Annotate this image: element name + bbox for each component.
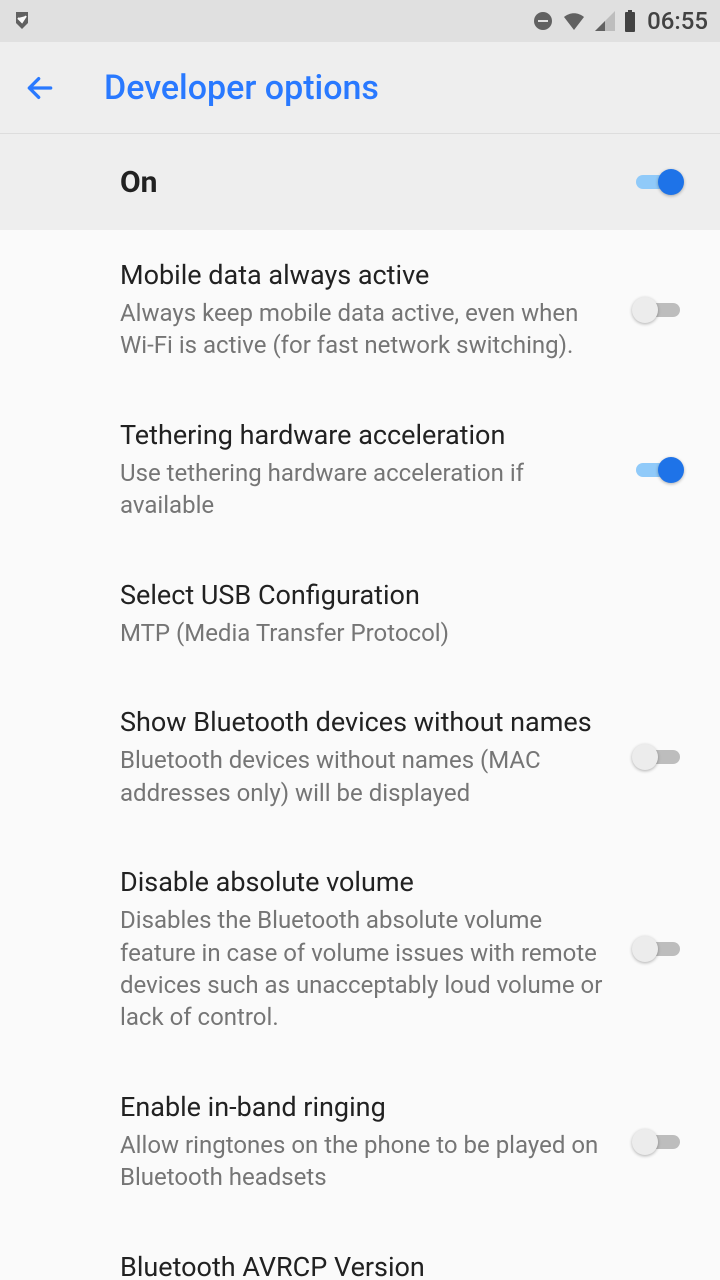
cell-signal-icon bbox=[593, 9, 617, 33]
setting-text: Enable in-band ringing Allow ringtones on… bbox=[120, 1090, 632, 1194]
setting-title: Mobile data always active bbox=[120, 258, 608, 293]
setting-row[interactable]: Enable in-band ringing Allow ringtones on… bbox=[0, 1062, 720, 1222]
setting-title: Bluetooth AVRCP Version bbox=[120, 1250, 660, 1280]
setting-switch[interactable] bbox=[632, 1126, 684, 1158]
battery-icon bbox=[623, 9, 637, 33]
master-toggle-switch[interactable] bbox=[632, 166, 684, 198]
setting-title: Select USB Configuration bbox=[120, 578, 660, 613]
setting-text: Mobile data always active Always keep mob… bbox=[120, 258, 632, 362]
setting-title: Enable in-band ringing bbox=[120, 1090, 608, 1125]
setting-subtitle: Allow ringtones on the phone to be playe… bbox=[120, 1129, 608, 1194]
setting-text: Bluetooth AVRCP Version bbox=[120, 1250, 684, 1280]
setting-subtitle: Always keep mobile data active, even whe… bbox=[120, 297, 608, 362]
setting-row[interactable]: Bluetooth AVRCP Version bbox=[0, 1222, 720, 1280]
status-clock: 06:55 bbox=[647, 7, 708, 35]
settings-list: Mobile data always active Always keep mob… bbox=[0, 230, 720, 1280]
setting-row[interactable]: Mobile data always active Always keep mob… bbox=[0, 230, 720, 390]
setting-text: Disable absolute volume Disables the Blue… bbox=[120, 865, 632, 1034]
setting-switch[interactable] bbox=[632, 454, 684, 486]
setting-subtitle: Disables the Bluetooth absolute volume f… bbox=[120, 904, 608, 1034]
status-bar: 06:55 bbox=[0, 0, 720, 42]
setting-row[interactable]: Disable absolute volume Disables the Blue… bbox=[0, 837, 720, 1062]
dnd-icon bbox=[531, 9, 555, 33]
setting-row[interactable]: Show Bluetooth devices without names Blue… bbox=[0, 677, 720, 837]
back-button[interactable] bbox=[24, 72, 56, 104]
app-bar: Developer options bbox=[0, 42, 720, 134]
setting-row[interactable]: Tethering hardware acceleration Use tethe… bbox=[0, 390, 720, 550]
page-title: Developer options bbox=[104, 68, 379, 108]
app-badge-icon bbox=[12, 9, 36, 33]
setting-subtitle: Use tethering hardware acceleration if a… bbox=[120, 457, 608, 522]
setting-switch[interactable] bbox=[632, 294, 684, 326]
setting-title: Disable absolute volume bbox=[120, 865, 608, 900]
wifi-icon bbox=[561, 9, 587, 33]
setting-text: Tethering hardware acceleration Use tethe… bbox=[120, 418, 632, 522]
setting-subtitle: MTP (Media Transfer Protocol) bbox=[120, 617, 660, 649]
setting-title: Show Bluetooth devices without names bbox=[120, 705, 608, 740]
setting-text: Show Bluetooth devices without names Blue… bbox=[120, 705, 632, 809]
setting-title: Tethering hardware acceleration bbox=[120, 418, 608, 453]
setting-switch[interactable] bbox=[632, 933, 684, 965]
master-toggle-label: On bbox=[120, 165, 158, 200]
setting-subtitle: Bluetooth devices without names (MAC add… bbox=[120, 744, 608, 809]
master-toggle-row[interactable]: On bbox=[0, 134, 720, 230]
setting-switch[interactable] bbox=[632, 741, 684, 773]
setting-text: Select USB Configuration MTP (Media Trans… bbox=[120, 578, 684, 649]
setting-row[interactable]: Select USB Configuration MTP (Media Trans… bbox=[0, 550, 720, 677]
